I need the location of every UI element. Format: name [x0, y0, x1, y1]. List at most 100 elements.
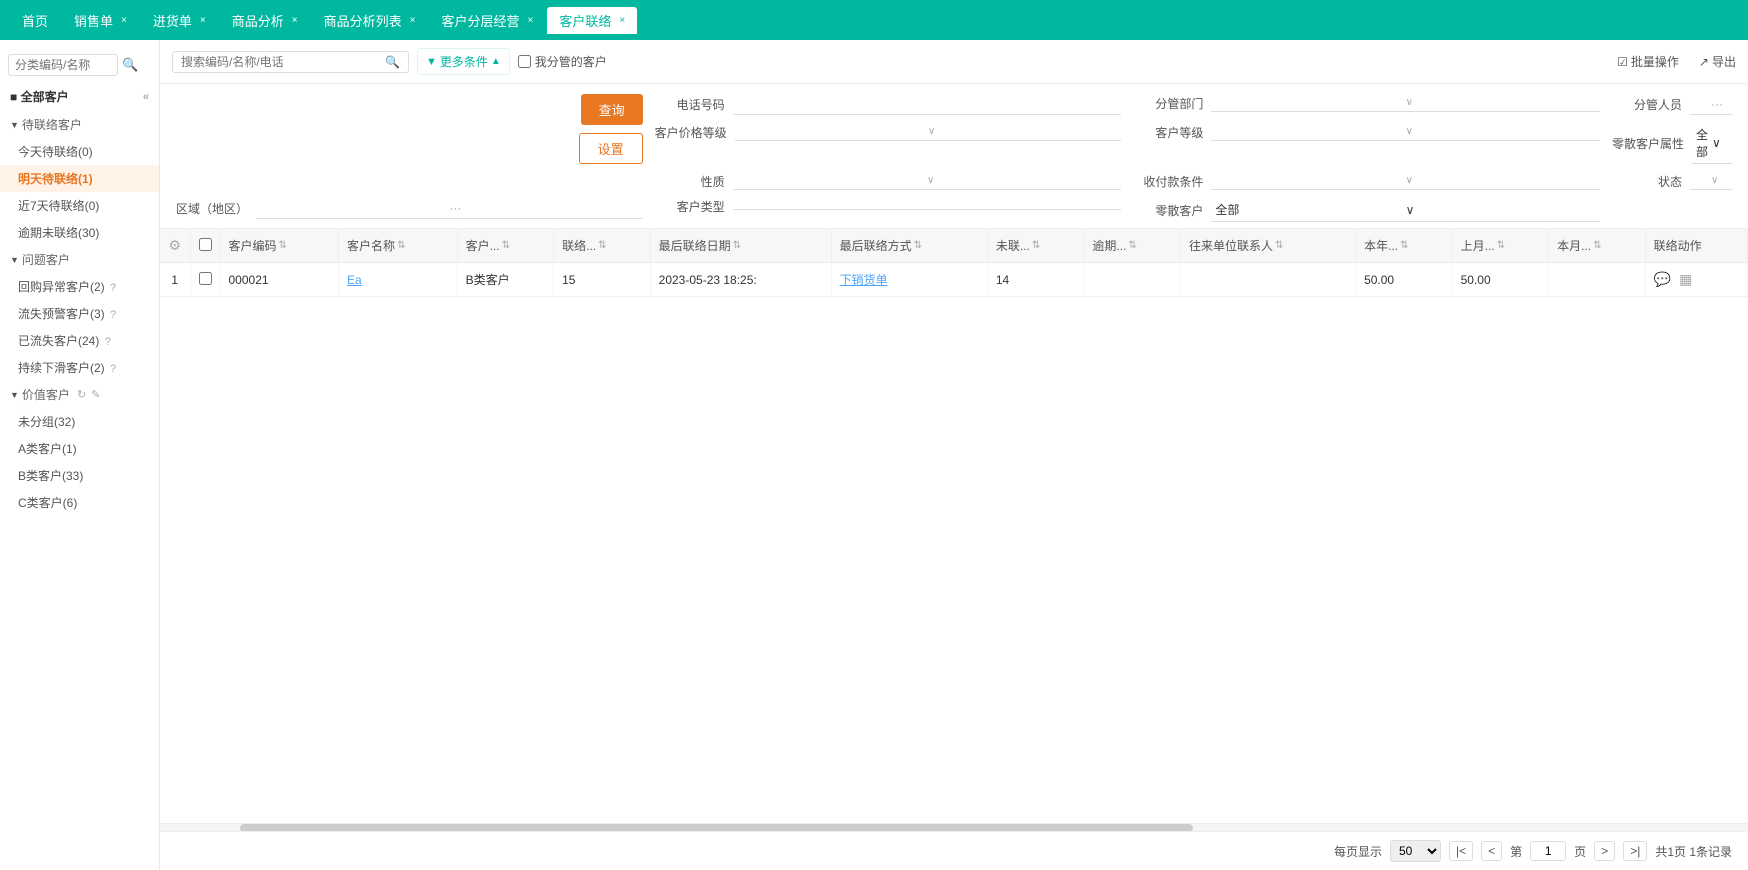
batch-op-btn[interactable]: ☑ 批量操作: [1617, 53, 1679, 70]
th-customer-type: 客户... ⇅: [457, 229, 554, 263]
sidebar-group-value[interactable]: ▼ 价值客户 ↻ ✎: [0, 381, 159, 408]
reset-button[interactable]: 设置: [579, 133, 643, 164]
filter-customer-level: 客户等级 ∨: [1133, 123, 1600, 141]
filter-more-btn[interactable]: ▼ 更多条件 ▲: [417, 48, 510, 75]
customer-price-level-select[interactable]: ∨: [735, 123, 1122, 141]
td-customer-code: 000021: [220, 263, 339, 297]
td-check: [190, 263, 220, 297]
td-no: 1: [160, 263, 190, 297]
nav-product-analysis[interactable]: 商品分析 ×: [220, 7, 310, 34]
td-this-month: [1549, 263, 1646, 297]
sidebar-group-pending[interactable]: ▼ 待联络客户: [0, 111, 159, 138]
sidebar-item-today-contact[interactable]: 今天待联络(0): [0, 138, 159, 165]
per-page-select[interactable]: 50 100 200: [1390, 840, 1441, 862]
help-icon: ?: [110, 282, 116, 294]
th-gear: ⚙: [160, 229, 190, 263]
nav-home[interactable]: 首页: [10, 7, 60, 34]
dept-select[interactable]: ∨: [1211, 94, 1600, 112]
sidebar-item-already-lost[interactable]: 已流失客户(24) ?: [0, 327, 159, 354]
ellipsis-icon[interactable]: ···: [1707, 97, 1728, 111]
th-this-month: 本月... ⇅: [1549, 229, 1646, 263]
caret-down-icon: ∨: [927, 175, 1117, 186]
payment-label: 收付款条件: [1133, 173, 1203, 190]
collapse-icon[interactable]: «: [143, 91, 149, 103]
row-checkbox[interactable]: [199, 272, 212, 285]
my-customers-checkbox-area[interactable]: 我分管的客户: [518, 53, 607, 70]
payment-select[interactable]: ∨: [1211, 172, 1600, 190]
close-icon[interactable]: ×: [121, 15, 127, 26]
person-select[interactable]: ···: [1690, 94, 1732, 115]
nav-purchase-order[interactable]: 进货单 ×: [141, 7, 218, 34]
select-all-checkbox[interactable]: [199, 238, 212, 251]
prev-page-btn[interactable]: <: [1481, 841, 1502, 861]
edit-icon[interactable]: ✎: [91, 388, 100, 401]
sidebar-item-ungrouped[interactable]: 未分组(32): [0, 408, 159, 435]
customer-type-select[interactable]: [733, 203, 1122, 210]
caret-down-icon: ∨: [928, 126, 1117, 137]
close-icon[interactable]: ×: [200, 15, 206, 26]
nav-product-analysis-list[interactable]: 商品分析列表 ×: [312, 7, 428, 34]
sidebar-item-tomorrow-contact[interactable]: 明天待联络(1): [0, 165, 159, 192]
customer-name-link[interactable]: Ea: [347, 273, 362, 287]
nav-customer-contact[interactable]: 客户联络 ×: [547, 7, 637, 34]
data-table-wrap: ⚙ 客户编码 ⇅ 客户名称: [160, 229, 1748, 823]
search-icon[interactable]: 🔍: [385, 55, 400, 69]
gender-select[interactable]: ∨: [733, 172, 1122, 190]
sidebar-item-c-class[interactable]: C类客户(6): [0, 489, 159, 516]
sidebar-search-input[interactable]: [8, 54, 118, 76]
table-scrollbar[interactable]: [160, 823, 1748, 831]
search-input[interactable]: [181, 55, 381, 69]
sidebar-item-lost-risk[interactable]: 流失预警客户(3) ?: [0, 300, 159, 327]
phone-input[interactable]: [733, 94, 1122, 115]
th-this-year: 本年... ⇅: [1356, 229, 1453, 263]
sidebar-item-repurchase-abnormal[interactable]: 回购异常客户(2) ?: [0, 273, 159, 300]
ellipsis-icon[interactable]: ···: [445, 201, 638, 215]
contact-method-link[interactable]: 下销货单: [840, 273, 888, 287]
caret-down-icon: ∨: [1406, 126, 1596, 137]
sidebar-item-overdue-contact[interactable]: 逾期未联络(30): [0, 219, 159, 246]
nav-customer-segment[interactable]: 客户分层经营 ×: [429, 7, 545, 34]
first-page-btn[interactable]: |<: [1449, 841, 1473, 861]
per-page-label: 每页显示: [1334, 843, 1382, 860]
gear-icon[interactable]: ⚙: [168, 237, 181, 253]
last-page-btn[interactable]: >|: [1623, 841, 1647, 861]
sidebar-all-customers[interactable]: ■ 全部客户 «: [0, 82, 159, 111]
sidebar-item-b-class[interactable]: B类客户(33): [0, 462, 159, 489]
caret-down-icon: ∨: [1711, 175, 1728, 186]
customer-level-select[interactable]: ∨: [1211, 123, 1600, 141]
next-page-btn[interactable]: >: [1594, 841, 1615, 861]
my-customers-checkbox[interactable]: [518, 55, 531, 68]
help-icon: ?: [110, 309, 116, 321]
td-unlinked: 14: [987, 263, 1084, 297]
region-select[interactable]: ···: [256, 198, 643, 219]
refresh-icon[interactable]: ↻: [77, 388, 86, 401]
qrcode-icon[interactable]: ▦: [1679, 271, 1692, 288]
close-icon[interactable]: ×: [527, 15, 533, 26]
sidebar-search-icon[interactable]: 🔍: [122, 57, 138, 73]
nav-sales-order[interactable]: 销售单 ×: [62, 7, 139, 34]
close-icon[interactable]: ×: [292, 15, 298, 26]
note-icon[interactable]: 💬: [1654, 271, 1671, 288]
status-select[interactable]: ∨: [1690, 172, 1732, 190]
filter-person: 分管人员 ···: [1612, 94, 1732, 115]
filter-retail-customer: 零散客户 全部 ∨: [1133, 198, 1600, 222]
sidebar-item-week-contact[interactable]: 近7天待联络(0): [0, 192, 159, 219]
query-btn-group: 查询 设置: [176, 94, 643, 164]
query-button[interactable]: 查询: [581, 94, 643, 125]
retail-customer-label: 零散客户: [1133, 202, 1203, 219]
export-btn[interactable]: ↗ 导出: [1699, 53, 1736, 70]
retail-customer-select[interactable]: 全部 ∨: [1211, 198, 1600, 222]
retail-attr-select[interactable]: 全部 ∨: [1692, 123, 1732, 164]
sidebar-group-problem[interactable]: ▼ 问题客户: [0, 246, 159, 273]
top-navigation: 首页 销售单 × 进货单 × 商品分析 × 商品分析列表 × 客户分层经营 × …: [0, 0, 1748, 40]
close-icon[interactable]: ×: [619, 15, 625, 26]
th-last-month: 上月... ⇅: [1452, 229, 1549, 263]
sidebar-item-a-class[interactable]: A类客户(1): [0, 435, 159, 462]
page-input[interactable]: [1530, 841, 1566, 861]
td-overdue: [1084, 263, 1181, 297]
sort-icon: ⇅: [1400, 240, 1408, 251]
close-icon[interactable]: ×: [410, 15, 416, 26]
td-last-contact-date: 2023-05-23 18:25:: [650, 263, 831, 297]
sidebar-item-continuous-drop[interactable]: 持续下滑客户(2) ?: [0, 354, 159, 381]
filter-panel: 电话号码 分管部门 ∨ 分管人员 ···: [160, 84, 1748, 229]
